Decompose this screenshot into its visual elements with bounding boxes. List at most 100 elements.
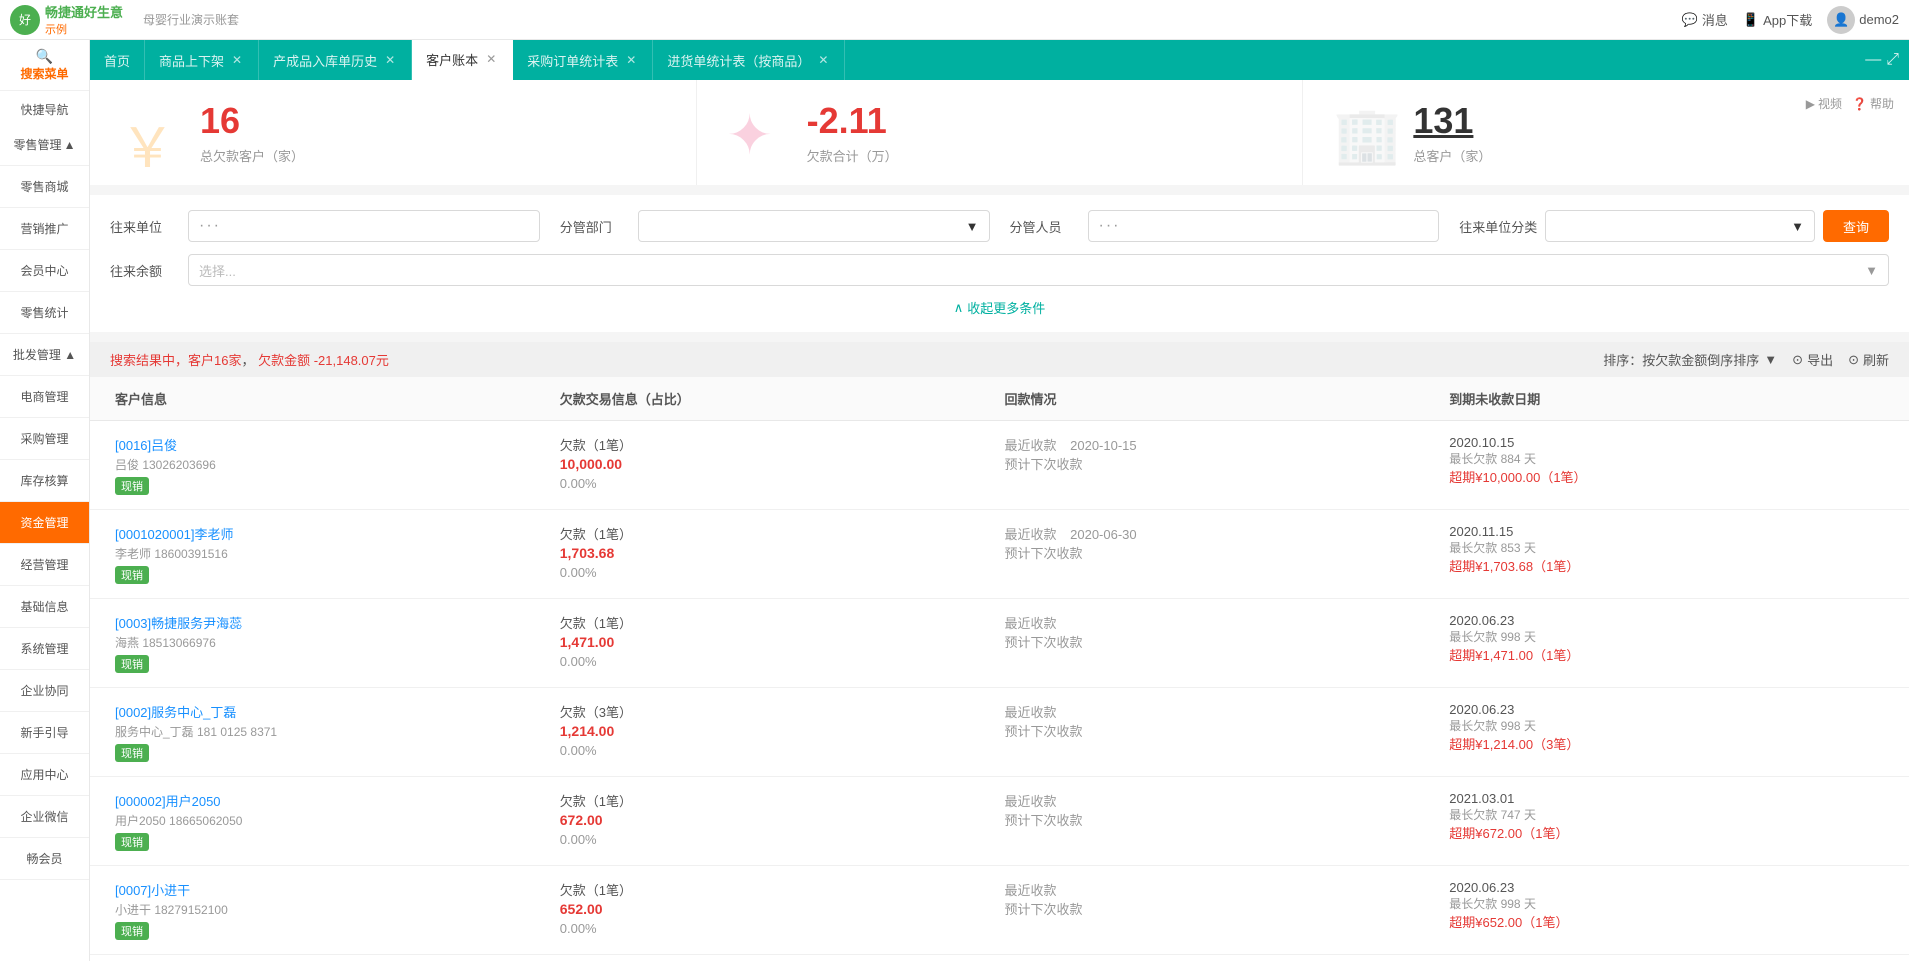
sidebar-item-batch-mgmt[interactable]: 批发管理 ▲ [0, 334, 89, 376]
tab-goods-online[interactable]: 商品上下架 ✕ [145, 40, 259, 80]
refresh-icon: ⊙ [1848, 352, 1859, 368]
export-icon: ⊙ [1792, 352, 1803, 368]
debt-percent-0: 0.00% [560, 476, 995, 491]
overdue-days-0: 最长欠款 884 天 [1449, 450, 1884, 467]
payment-cell-0: 最近收款 2020-10-15 预计下次收款 [1000, 433, 1445, 497]
tab-goods-close[interactable]: ✕ [230, 51, 244, 69]
next-label-3: 预计下次收款 [1005, 724, 1083, 739]
quick-nav[interactable]: 快捷导航 [0, 91, 89, 124]
refresh-btn[interactable]: ⊙ 刷新 [1848, 350, 1889, 369]
department-dropdown[interactable]: ▼ [638, 210, 990, 242]
user-avatar-btn[interactable]: 👤 demo2 [1827, 6, 1899, 34]
customer-sub-0: 吕俊 13026203696 [115, 456, 550, 473]
debt-cell-3: 欠款（3笔） 1,214.00 0.00% [555, 700, 1000, 764]
sidebar-item-member[interactable]: 会员中心 [0, 250, 89, 292]
tab-home[interactable]: 首页 [90, 40, 145, 80]
help-btn[interactable]: ❓ 帮助 [1852, 95, 1894, 112]
overdue-amount-3[interactable]: 超期¥1,214.00（3笔） [1449, 734, 1884, 753]
message-btn[interactable]: 💬 消息 [1682, 10, 1728, 29]
sidebar-item-enterprise-wx[interactable]: 企业微信 [0, 796, 89, 838]
customer-tag-2: 现销 [115, 655, 149, 673]
sidebar-item-marketing[interactable]: 营销推广 [0, 208, 89, 250]
customer-name-1[interactable]: [0001020001]李老师 [115, 524, 550, 543]
overdue-amount-4[interactable]: 超期¥672.00（1笔） [1449, 823, 1884, 842]
overdue-days-4: 最长欠款 747 天 [1449, 806, 1884, 823]
retail-mall-label: 零售商城 [20, 180, 68, 194]
header-customer-info: 客户信息 [110, 387, 555, 410]
recent-label-4: 最近收款 [1005, 794, 1057, 809]
customer-name-5[interactable]: [0007]小进干 [115, 880, 550, 899]
video-btn[interactable]: ▶ 视频 [1806, 95, 1842, 112]
tab-customer-account[interactable]: 客户账本 ✕ [412, 40, 513, 80]
sidebar: 🔍 搜索菜单 快捷导航 零售管理 ▲ 零售商城 营销推广 会员中心 [0, 40, 90, 961]
sidebar-item-retail-stat[interactable]: 零售统计 [0, 292, 89, 334]
customer-name-0[interactable]: [0016]吕俊 [115, 435, 550, 454]
overdue-amount-0[interactable]: 超期¥10,000.00（1笔） [1449, 467, 1884, 486]
table-row: [000002]用户2050 用户2050 18665062050 现销 欠款（… [90, 777, 1909, 866]
tab-minimize-btn[interactable]: — [1865, 51, 1881, 69]
due-date-2: 2020.06.23 [1449, 613, 1884, 628]
sidebar-item-finance[interactable]: 资金管理 [0, 502, 89, 544]
tab-customer-close[interactable]: ✕ [484, 50, 498, 68]
sidebar-item-operations[interactable]: 经营管理 [0, 544, 89, 586]
tab-maximize-btn[interactable]: ⤢ [1886, 51, 1899, 69]
recent-date-0: 2020-10-15 [1070, 438, 1137, 453]
table-row: [0007]小进干 小进干 18279152100 现销 欠款（1笔） 652.… [90, 866, 1909, 955]
brand-subtitle[interactable]: 示例 [45, 21, 123, 37]
sidebar-item-ecommerce[interactable]: 电商管理 [0, 376, 89, 418]
video-label: 视频 [1818, 95, 1842, 112]
overdue-amount-2[interactable]: 超期¥1,471.00（1笔） [1449, 645, 1884, 664]
customer-tag-4: 现销 [115, 833, 149, 851]
debt-cell-0: 欠款（1笔） 10,000.00 0.00% [555, 433, 1000, 497]
filter-manager: 分管人员 ··· [1010, 210, 1440, 242]
customer-name-4[interactable]: [000002]用户2050 [115, 791, 550, 810]
sidebar-item-new-guide[interactable]: 新手引导 [0, 712, 89, 754]
tab-purchase-order[interactable]: 采购订单统计表 ✕ [513, 40, 653, 80]
customer-name-2[interactable]: [0003]畅捷服务尹海蕊 [115, 613, 550, 632]
page-content: ￥ 16 总欠款客户（家） ✦ -2.11 欠款合计（万） [90, 80, 1909, 961]
tab-purchase-close[interactable]: ✕ [624, 51, 638, 69]
sidebar-item-purchase[interactable]: 采购管理 [0, 418, 89, 460]
export-btn[interactable]: ⊙ 导出 [1792, 350, 1833, 369]
balance-select[interactable]: 选择... ▼ [188, 254, 1889, 286]
sidebar-item-retail-mgmt[interactable]: 零售管理 ▲ [0, 124, 89, 166]
manager-input[interactable]: ··· [1088, 210, 1440, 242]
tab-purchase-stat[interactable]: 进货单统计表（按商品） ✕ [653, 40, 845, 80]
main-layout: 🔍 搜索菜单 快捷导航 零售管理 ▲ 零售商城 营销推广 会员中心 [0, 40, 1909, 961]
overdue-amount-5[interactable]: 超期¥652.00（1笔） [1449, 912, 1884, 931]
logo-area: 好 畅捷通好生意 示例 [10, 2, 123, 37]
sidebar-item-retail-mall[interactable]: 零售商城 [0, 166, 89, 208]
payment-cell-1: 最近收款 2020-06-30 预计下次收款 [1000, 522, 1445, 586]
source-unit-input[interactable]: ··· [188, 210, 540, 242]
unit-category-arrow: ▼ [1791, 219, 1804, 234]
collapse-button[interactable]: ∧ 收起更多条件 [110, 298, 1889, 317]
customer-info-cell-4: [000002]用户2050 用户2050 18665062050 现销 [110, 789, 555, 853]
tab-purchase-stat-close[interactable]: ✕ [816, 51, 830, 69]
sidebar-item-basic-info[interactable]: 基础信息 [0, 586, 89, 628]
help-icon: ❓ [1852, 97, 1867, 111]
sidebar-item-enterprise-coop[interactable]: 企业协同 [0, 670, 89, 712]
tab-purchase-stat-label: 进货单统计表（按商品） [667, 51, 810, 70]
sidebar-item-system[interactable]: 系统管理 [0, 628, 89, 670]
balance-arrow: ▼ [1865, 263, 1878, 278]
sidebar-item-inventory[interactable]: 库存核算 [0, 460, 89, 502]
debt-customers-number: 16 [200, 100, 304, 142]
summary-cards: ￥ 16 总欠款客户（家） ✦ -2.11 欠款合计（万） [90, 80, 1909, 185]
sidebar-search[interactable]: 🔍 搜索菜单 [0, 40, 89, 91]
data-table: 客户信息 欠款交易信息（占比） 回款情况 到期未收款日期 [0016]吕俊 吕俊… [90, 377, 1909, 961]
recent-label-1: 最近收款 [1005, 527, 1057, 542]
sort-selector[interactable]: 排序：按欠款金额倒序排序 ▼ [1603, 350, 1777, 369]
card-info-debt-total: -2.11 欠款合计（万） [807, 100, 898, 165]
search-button[interactable]: 查询 [1823, 210, 1889, 242]
overdue-amount-1[interactable]: 超期¥1,703.68（1笔） [1449, 556, 1884, 575]
sidebar-item-pro-member[interactable]: 畅会员 [0, 838, 89, 880]
next-payment-4: 预计下次收款 [1005, 810, 1440, 829]
sidebar-item-app-center[interactable]: 应用中心 [0, 754, 89, 796]
unit-category-dropdown[interactable]: ▼ [1545, 210, 1815, 242]
filter-row-1: 往来单位 ··· 分管部门 ▼ [110, 210, 1889, 242]
app-download-btn[interactable]: 📱 App下载 [1743, 10, 1812, 29]
tab-product-history[interactable]: 产成品入库单历史 ✕ [259, 40, 412, 80]
tab-product-close[interactable]: ✕ [383, 51, 397, 69]
phone-icon: 📱 [1743, 12, 1759, 28]
customer-name-3[interactable]: [0002]服务中心_丁磊 [115, 702, 550, 721]
